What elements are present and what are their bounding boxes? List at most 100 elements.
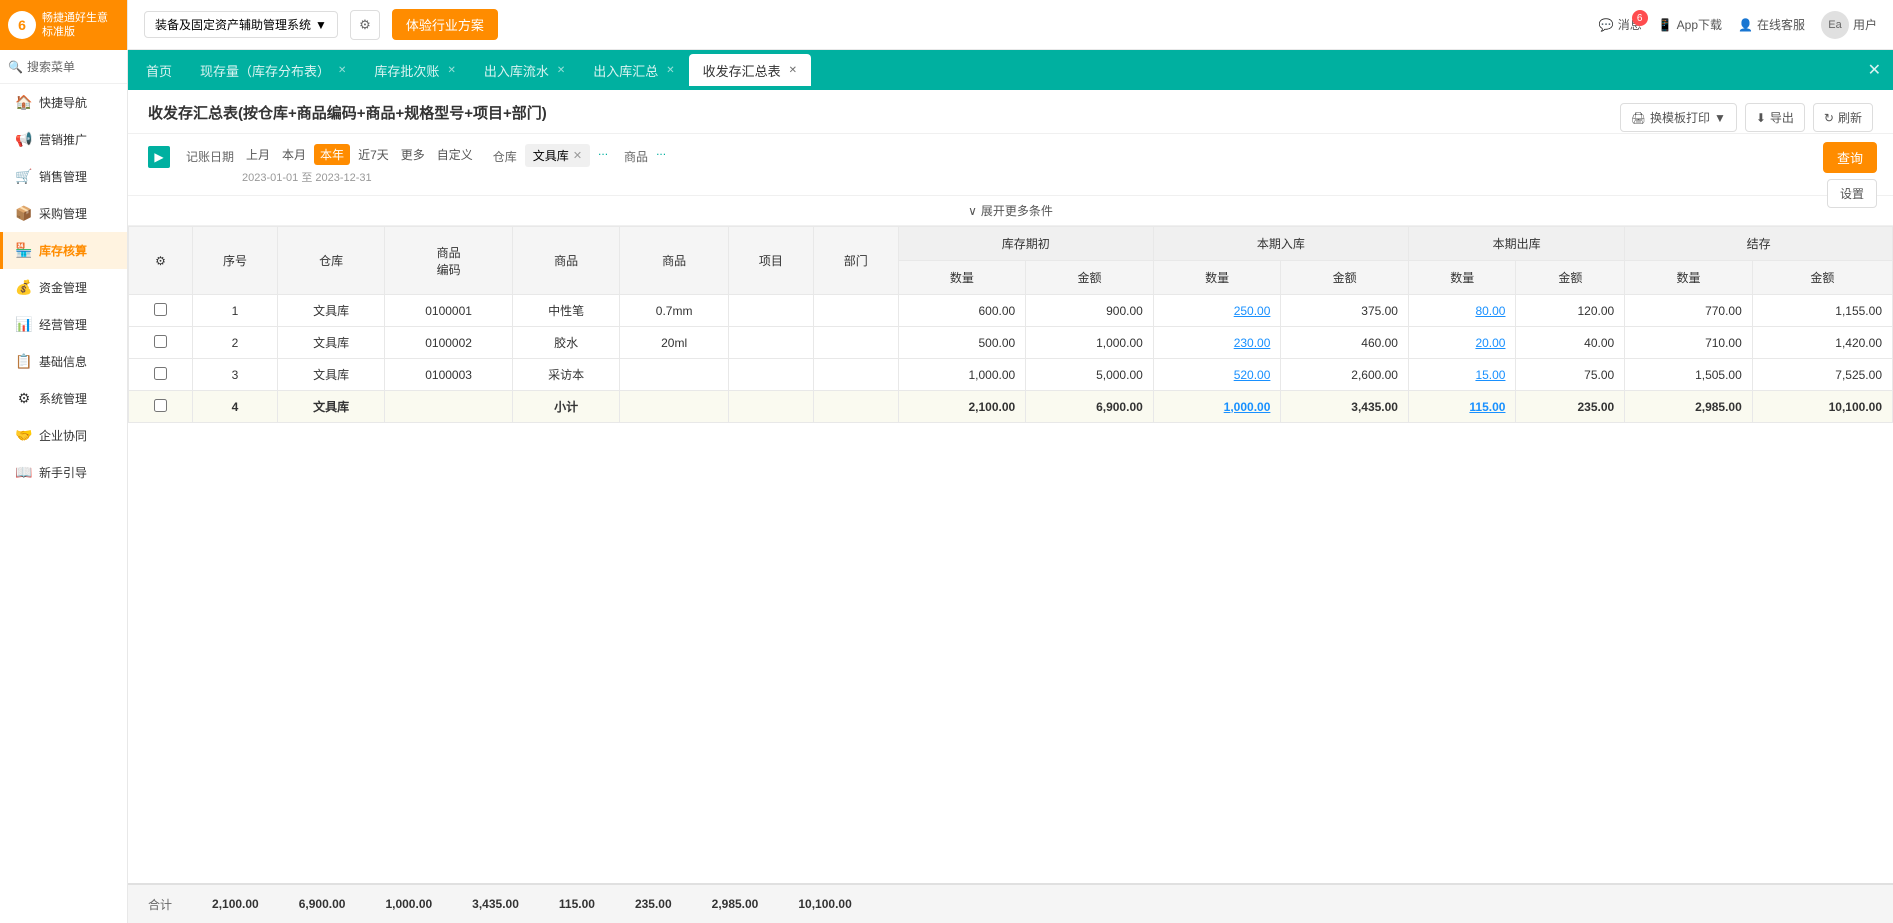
tabs-close-all-btn[interactable]: ✕ <box>1860 60 1889 80</box>
tab-inout-summary[interactable]: 出入库汇总 ✕ <box>579 54 688 86</box>
cell-checkbox[interactable] <box>129 359 193 391</box>
tab-close-icon[interactable]: ✕ <box>338 65 346 76</box>
cell-out-qty[interactable]: 115.00 <box>1408 391 1515 423</box>
sidebar-item-basic[interactable]: 📋 基础信息 <box>0 343 127 380</box>
filter-bar: ▶ 记账日期 上月 本月 本年 近7天 更多 自定义 2023-01-01 <box>128 134 1893 196</box>
user-btn[interactable]: Ea 用户 <box>1821 11 1877 39</box>
messages-btn[interactable]: 💬 消息 6 <box>1599 16 1642 33</box>
expand-more-btn[interactable]: ∨ 展开更多条件 <box>968 202 1053 219</box>
sidebar-item-enterprise[interactable]: 🤝 企业协同 <box>0 417 127 454</box>
sidebar-item-quick-nav[interactable]: 🏠 快捷导航 <box>0 84 127 121</box>
date-btn-more[interactable]: 更多 <box>397 144 429 165</box>
cell-out-amt: 40.00 <box>1516 327 1625 359</box>
message-icon: 💬 <box>1599 18 1614 32</box>
footer-open-amt: 6,900.00 <box>299 897 346 911</box>
export-icon: ⬇ <box>1756 111 1766 125</box>
cell-checkbox[interactable] <box>129 327 193 359</box>
sidebar-item-sales[interactable]: 🛒 销售管理 <box>0 158 127 195</box>
query-btn[interactable]: 查询 <box>1823 142 1877 173</box>
cell-in-qty[interactable]: 230.00 <box>1153 327 1281 359</box>
sidebar-item-marketing[interactable]: 📢 营销推广 <box>0 121 127 158</box>
th-out-group: 本期出库 <box>1408 227 1624 261</box>
date-btn-7days[interactable]: 近7天 <box>354 144 393 165</box>
system-icon: ⚙ <box>15 390 33 407</box>
warehouse-more-btn[interactable]: ... <box>598 144 608 158</box>
marketing-icon: 📢 <box>15 131 33 148</box>
topbar-settings-btn[interactable]: ⚙ <box>350 10 380 40</box>
online-service-btn[interactable]: 👤 在线客服 <box>1738 16 1805 33</box>
cell-in-amt: 460.00 <box>1281 327 1409 359</box>
warehouse-tag-text: 文具库 <box>533 147 569 164</box>
cell-in-qty[interactable]: 520.00 <box>1153 359 1281 391</box>
date-btn-custom[interactable]: 自定义 <box>433 144 477 165</box>
cell-open-qty: 1,000.00 <box>898 359 1026 391</box>
logo-text: 畅捷通好生意标准版 <box>42 11 108 40</box>
th-settings[interactable]: ⚙ <box>129 227 193 295</box>
date-btn-this-year[interactable]: 本年 <box>314 144 350 165</box>
cell-checkbox[interactable] <box>129 391 193 423</box>
th-opening-group: 库存期初 <box>898 227 1153 261</box>
th-close-qty: 数量 <box>1625 261 1753 295</box>
tab-inout-flow-label: 出入库流水 <box>484 61 549 80</box>
sidebar-item-guide[interactable]: 📖 新手引导 <box>0 454 127 491</box>
refresh-btn[interactable]: ↻ 刷新 <box>1813 103 1873 132</box>
tab-close-icon[interactable]: ✕ <box>666 65 674 76</box>
settings-sm-btn[interactable]: 设置 <box>1827 179 1877 208</box>
template-print-btn[interactable]: 🖨 换模板打印 ▼ <box>1620 103 1737 132</box>
goods-more-btn[interactable]: ... <box>656 144 666 158</box>
sidebar-item-operation[interactable]: 📊 经营管理 <box>0 306 127 343</box>
page-header-actions: 🖨 换模板打印 ▼ ⬇ 导出 ↻ 刷新 <box>1620 103 1873 132</box>
th-project: 项目 <box>728 227 813 295</box>
tab-stock-dist[interactable]: 现存量（库存分布表） ✕ <box>186 54 360 86</box>
table-row: 2 文具库 0100002 胶水 20ml 500.00 1,000.00 23… <box>129 327 1893 359</box>
cell-out-qty[interactable]: 15.00 <box>1408 359 1515 391</box>
online-service-label: 在线客服 <box>1757 16 1805 33</box>
tab-close-icon[interactable]: ✕ <box>789 65 797 76</box>
subtotal-row: 4 文具库 小计 2,100.00 6,900.00 1,000.00 3,43… <box>129 391 1893 423</box>
experience-btn[interactable]: 体验行业方案 <box>392 9 498 40</box>
goods-filter-label: 商品 <box>624 144 648 165</box>
sidebar-item-inventory[interactable]: 🏪 库存核算 <box>0 232 127 269</box>
cell-close-amt: 1,420.00 <box>1752 327 1892 359</box>
sidebar-item-system[interactable]: ⚙ 系统管理 <box>0 380 127 417</box>
cell-out-qty[interactable]: 80.00 <box>1408 295 1515 327</box>
page-header: 收发存汇总表(按仓库+商品编码+商品+规格型号+项目+部门) 🖨 换模板打印 ▼… <box>128 90 1893 134</box>
tab-recv-send[interactable]: 收发存汇总表 ✕ <box>689 54 811 86</box>
export-btn[interactable]: ⬇ 导出 <box>1745 103 1805 132</box>
footer-in-amt: 3,435.00 <box>472 897 519 911</box>
sidebar-item-finance[interactable]: 💰 资金管理 <box>0 269 127 306</box>
app-download-btn[interactable]: 📱 App下载 <box>1658 16 1722 33</box>
cell-in-qty[interactable]: 250.00 <box>1153 295 1281 327</box>
filter-right-actions: 查询 设置 <box>1823 142 1877 208</box>
cell-out-qty[interactable]: 20.00 <box>1408 327 1515 359</box>
th-in-amt: 金额 <box>1281 261 1409 295</box>
tab-close-icon[interactable]: ✕ <box>557 65 565 76</box>
date-btn-last-month[interactable]: 上月 <box>242 144 274 165</box>
footer-total: 合计 2,100.00 6,900.00 1,000.00 3,435.00 1… <box>128 883 1893 923</box>
cell-no: 1 <box>193 295 278 327</box>
tab-close-icon[interactable]: ✕ <box>447 65 455 76</box>
page-title: 收发存汇总表(按仓库+商品编码+商品+规格型号+项目+部门) <box>148 102 547 133</box>
tab-batch[interactable]: 库存批次账 ✕ <box>360 54 469 86</box>
cell-no: 4 <box>193 391 278 423</box>
system-select[interactable]: 装备及固定资产辅助管理系统 ▼ <box>144 11 338 38</box>
cell-in-amt: 3,435.00 <box>1281 391 1409 423</box>
sidebar-item-label: 系统管理 <box>39 390 87 407</box>
warehouse-tag-remove-btn[interactable]: ✕ <box>573 149 582 162</box>
th-no: 序号 <box>193 227 278 295</box>
cell-in-qty[interactable]: 1,000.00 <box>1153 391 1281 423</box>
cell-code: 0100001 <box>385 295 513 327</box>
filter-arrow-btn[interactable]: ▶ <box>148 146 170 168</box>
operation-icon: 📊 <box>15 316 33 333</box>
tab-inout-flow[interactable]: 出入库流水 ✕ <box>470 54 579 86</box>
cell-code <box>385 391 513 423</box>
sidebar-item-label: 快捷导航 <box>39 94 87 111</box>
content-area: 收发存汇总表(按仓库+商品编码+商品+规格型号+项目+部门) 🖨 换模板打印 ▼… <box>128 90 1893 923</box>
cell-code: 0100003 <box>385 359 513 391</box>
sidebar-item-purchase[interactable]: 📦 采购管理 <box>0 195 127 232</box>
sidebar-search[interactable]: 🔍 搜索菜单 <box>0 50 127 84</box>
tab-home[interactable]: 首页 <box>132 54 186 86</box>
date-btn-this-month[interactable]: 本月 <box>278 144 310 165</box>
cell-checkbox[interactable] <box>129 295 193 327</box>
th-open-amt: 金额 <box>1026 261 1154 295</box>
